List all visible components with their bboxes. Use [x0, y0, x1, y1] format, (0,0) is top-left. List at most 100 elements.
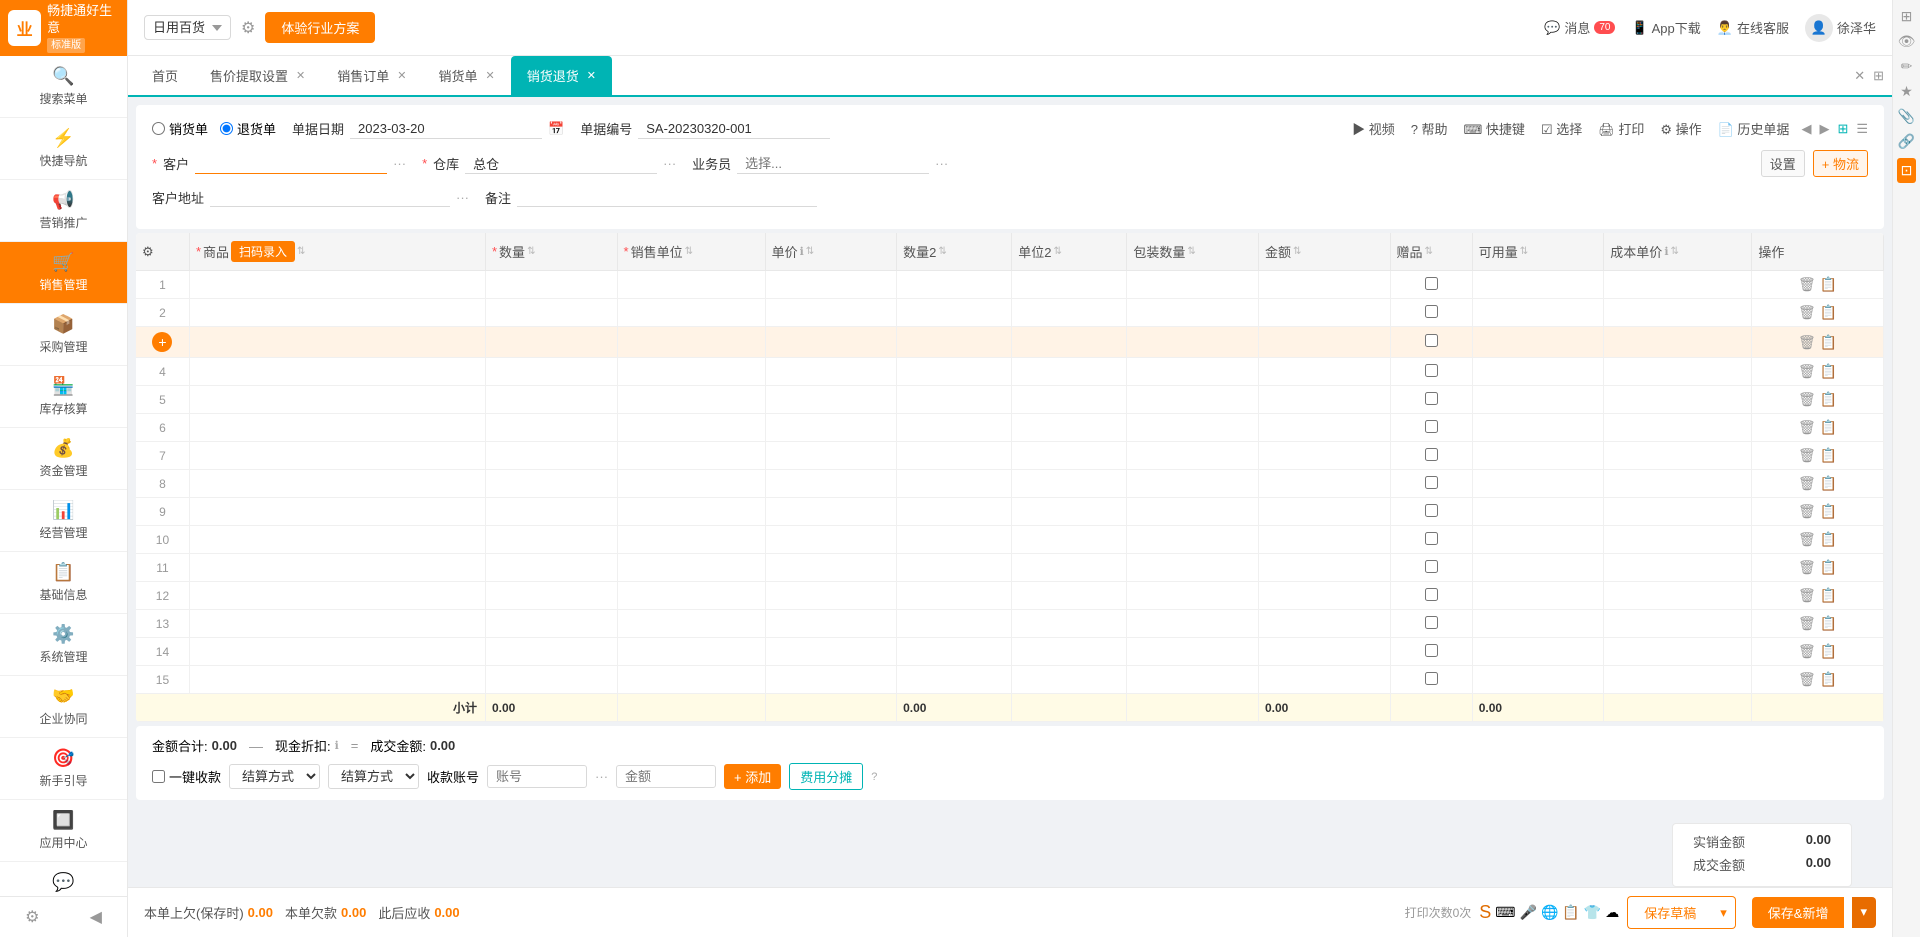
amount-cell-15[interactable] [1258, 666, 1390, 694]
unitprice-cell-15[interactable] [765, 666, 897, 694]
sidebar-item-marketing[interactable]: 📢 营销推广 [0, 180, 127, 242]
packqty-cell-1[interactable] [1127, 271, 1259, 299]
packqty-cell-3[interactable] [1127, 327, 1259, 358]
copy-row-4-icon[interactable]: 📋 [1820, 363, 1837, 380]
unit-cell-15[interactable] [617, 666, 765, 694]
unit2-cell-9[interactable] [1012, 498, 1127, 526]
unit-cell-14[interactable] [617, 638, 765, 666]
tab-sales-delivery-close[interactable]: ✕ [486, 69, 495, 82]
help-btn[interactable]: ? 帮助 [1407, 117, 1452, 140]
qty-cell-1[interactable] [485, 271, 617, 299]
col-gear-header[interactable]: ⚙ [136, 233, 189, 271]
select-btn[interactable]: ☑ 选择 [1537, 117, 1586, 140]
sidebar-item-enterprise[interactable]: 🤝 企业协同 [0, 676, 127, 738]
copy-row-14-icon[interactable]: 📋 [1820, 643, 1837, 660]
qty-cell-3[interactable] [485, 327, 617, 358]
warehouse-input[interactable] [465, 154, 657, 174]
unitprice-cell-12[interactable] [765, 582, 897, 610]
packqty-cell-4[interactable] [1127, 358, 1259, 386]
costprice-cell-5[interactable] [1604, 386, 1752, 414]
unitprice-cell-2[interactable] [765, 299, 897, 327]
gift-cell-13[interactable] [1390, 610, 1472, 638]
sidebar-item-appstore[interactable]: 🔲 应用中心 [0, 800, 127, 862]
costprice-cell-7[interactable] [1604, 442, 1752, 470]
list-view-icon[interactable]: ☰ [1856, 121, 1868, 137]
print-btn[interactable]: 🖨 打印 [1594, 117, 1648, 140]
radio-delivery[interactable]: 销货单 [152, 119, 208, 138]
packqty-cell-7[interactable] [1127, 442, 1259, 470]
date-input[interactable] [350, 119, 542, 139]
costprice-cell-9[interactable] [1604, 498, 1752, 526]
delete-row-11-icon[interactable]: 🗑 [1798, 559, 1816, 576]
available-sort-icon[interactable]: ⇅ [1520, 246, 1528, 257]
copy-row-9-icon[interactable]: 📋 [1820, 503, 1837, 520]
gift-cell-9[interactable] [1390, 498, 1472, 526]
unit-cell-3[interactable] [617, 327, 765, 358]
qty2-cell-7[interactable] [897, 442, 1012, 470]
product-cell-12[interactable] [189, 582, 485, 610]
unitprice-sort-icon[interactable]: ⇅ [806, 246, 814, 257]
qty2-cell-14[interactable] [897, 638, 1012, 666]
online-service-btn[interactable]: 👨‍💼 在线客服 [1717, 18, 1789, 37]
gift-checkbox-3[interactable] [1425, 334, 1438, 347]
amount-cell-6[interactable] [1258, 414, 1390, 442]
costprice-cell-1[interactable] [1604, 271, 1752, 299]
tshirt-icon[interactable]: 👕 [1584, 904, 1601, 921]
save-new-dropdown[interactable]: ▾ [1852, 897, 1876, 928]
available-cell-14[interactable] [1472, 638, 1604, 666]
cloud-icon[interactable]: ☁ [1605, 904, 1619, 921]
delete-row-3-icon[interactable]: 🗑 [1798, 334, 1816, 351]
qty-cell-8[interactable] [485, 470, 617, 498]
industry-select[interactable]: 日用百货 [144, 15, 231, 40]
qty2-cell-10[interactable] [897, 526, 1012, 554]
qty2-cell-6[interactable] [897, 414, 1012, 442]
available-cell-1[interactable] [1472, 271, 1604, 299]
costprice-cell-8[interactable] [1604, 470, 1752, 498]
available-cell-10[interactable] [1472, 526, 1604, 554]
shortcut-btn[interactable]: ⌨ 快捷键 [1460, 117, 1529, 140]
available-cell-2[interactable] [1472, 299, 1604, 327]
costprice-cell-13[interactable] [1604, 610, 1752, 638]
one-click-payment-checkbox[interactable]: 一键收款 [152, 767, 221, 786]
sidebar-item-purchase[interactable]: 📦 采购管理 [0, 304, 127, 366]
gift-cell-14[interactable] [1390, 638, 1472, 666]
unit-cell-8[interactable] [617, 470, 765, 498]
unit2-cell-5[interactable] [1012, 386, 1127, 414]
radio-return-input[interactable] [220, 122, 233, 135]
save-new-button[interactable]: 保存&新增 [1752, 897, 1845, 928]
keyboard-icon[interactable]: ⌨ [1495, 904, 1515, 921]
unit-cell-1[interactable] [617, 271, 765, 299]
delete-row-8-icon[interactable]: 🗑 [1798, 475, 1816, 492]
packqty-cell-15[interactable] [1127, 666, 1259, 694]
product-cell-11[interactable] [189, 554, 485, 582]
packqty-cell-13[interactable] [1127, 610, 1259, 638]
costprice-cell-6[interactable] [1604, 414, 1752, 442]
gift-checkbox-12[interactable] [1425, 588, 1438, 601]
unitprice-cell-13[interactable] [765, 610, 897, 638]
sidebar-item-finance[interactable]: 💰 资金管理 [0, 428, 127, 490]
delete-row-12-icon[interactable]: 🗑 [1798, 587, 1816, 604]
right-active-icon[interactable]: ⊡ [1897, 158, 1917, 183]
gift-cell-15[interactable] [1390, 666, 1472, 694]
unit-cell-7[interactable] [617, 442, 765, 470]
product-cell-1[interactable] [189, 271, 485, 299]
gift-checkbox-2[interactable] [1425, 305, 1438, 318]
unitprice-cell-4[interactable] [765, 358, 897, 386]
settings-bottom-icon[interactable]: ⚙ [25, 907, 39, 927]
mic-icon[interactable]: 🎤 [1520, 904, 1537, 921]
gift-cell-2[interactable] [1390, 299, 1472, 327]
copy-row-8-icon[interactable]: 📋 [1820, 475, 1837, 492]
video-btn[interactable]: ▶ 视频 [1348, 117, 1399, 140]
product-cell-3[interactable] [189, 327, 485, 358]
unit-cell-4[interactable] [617, 358, 765, 386]
gift-checkbox-1[interactable] [1425, 277, 1438, 290]
available-cell-5[interactable] [1472, 386, 1604, 414]
tab-price-settings[interactable]: 售价提取设置 ✕ [194, 56, 321, 97]
delete-row-13-icon[interactable]: 🗑 [1798, 615, 1816, 632]
address-dots[interactable]: ··· [456, 190, 469, 205]
unitprice-cell-9[interactable] [765, 498, 897, 526]
save-draft-dropdown[interactable]: ▾ [1712, 896, 1736, 929]
qty-cell-7[interactable] [485, 442, 617, 470]
amount-cell-13[interactable] [1258, 610, 1390, 638]
clipboard-icon[interactable]: 📋 [1562, 904, 1579, 921]
